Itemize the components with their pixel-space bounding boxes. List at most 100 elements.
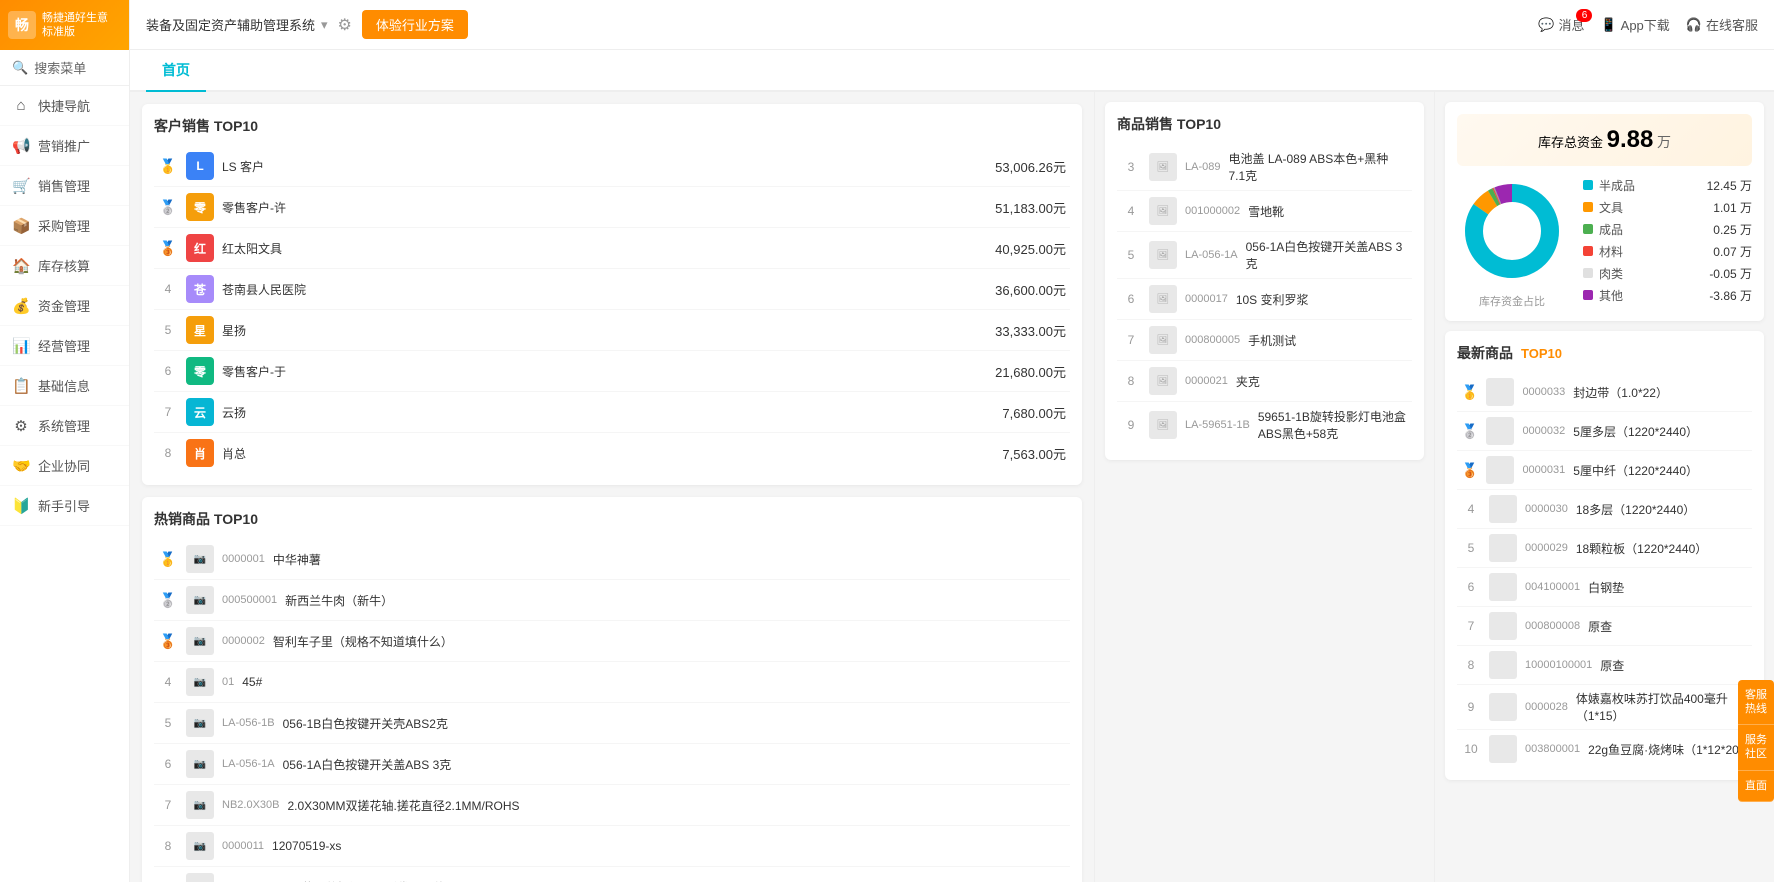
message-badge[interactable]: 💬 消息 6	[1538, 15, 1584, 34]
sidebar-item-enterprise[interactable]: 🤝 企业协同	[0, 446, 129, 486]
sidebar-item-system[interactable]: ⚙ 系统管理	[0, 406, 129, 446]
search-label: 搜索菜单	[34, 58, 86, 77]
nav-icon-guide: 🔰	[12, 497, 30, 515]
product-code: 0000011	[222, 840, 264, 852]
product-name: 45#	[242, 675, 1066, 689]
float-btn-service[interactable]: 客服热线	[1738, 680, 1774, 726]
rank-num: 6	[1461, 580, 1481, 594]
newest-product-item: 5 0000029 18颗粒板（1220*2440）	[1457, 529, 1752, 568]
hot-product-item: 🥈 📷 000500001 新西兰牛肉（新牛）	[154, 580, 1070, 621]
inventory-legend: 半成品 12.45 万 文具 1.01 万 成品 0.25 万 材料 0.07 …	[1583, 177, 1752, 309]
main-area: 装备及固定资产辅助管理系统 ▾ ⚙ 体验行业方案 💬 消息 6 📱 App下载 …	[130, 0, 1774, 882]
product-name: 10S 变利罗浆	[1236, 291, 1408, 308]
hot-product-item: 9 📷 KK-SD22110H 花语萌恒温分腿睡袋（厚款）	[154, 867, 1070, 882]
sold-product-item: 3 🖼 LA-089 电池盖 LA-089 ABS本色+黑种 7.1克	[1117, 144, 1412, 191]
product-thumbnail	[1489, 573, 1517, 601]
sidebar-item-finance[interactable]: 💰 资金管理	[0, 286, 129, 326]
sold-product-item: 4 🖼 001000002 雪地靴	[1117, 191, 1412, 232]
product-code: 0000028	[1525, 701, 1568, 713]
customer-avatar: 苍	[186, 275, 214, 303]
rank-medal: 🥉	[1461, 462, 1478, 479]
product-thumbnail: 📷	[186, 873, 214, 882]
product-name: 雪地靴	[1248, 203, 1408, 220]
app-download[interactable]: 📱 App下载	[1600, 15, 1669, 34]
product-code: 0000021	[1185, 375, 1228, 387]
nav-label-marketing: 营销推广	[38, 136, 90, 155]
product-thumbnail: 🖼	[1149, 326, 1177, 354]
product-name: 新西兰牛肉（新牛）	[285, 592, 1066, 609]
sold-product-item: 9 🖼 LA-59651-1B 59651-1B旋转投影灯电池盒ABS黑色+58…	[1117, 402, 1412, 448]
customer-avatar: 红	[186, 234, 214, 262]
legend-item: 半成品 12.45 万	[1583, 177, 1752, 194]
customer-value: 40,925.00元	[995, 239, 1066, 258]
customer-list-item: 7 云 云扬 7,680.00元	[154, 392, 1070, 433]
hot-products-title: 热销商品 TOP10	[154, 509, 1070, 529]
sidebar-item-basic[interactable]: 📋 基础信息	[0, 366, 129, 406]
product-thumbnail	[1489, 735, 1517, 763]
sidebar-item-home[interactable]: ⌂ 快捷导航	[0, 86, 129, 126]
settings-icon[interactable]: ⚙	[338, 15, 352, 35]
product-thumbnail: 📷	[186, 750, 214, 778]
legend-label: 其他	[1599, 287, 1703, 304]
legend-value: -3.86 万	[1709, 287, 1752, 304]
legend-label: 文具	[1599, 199, 1707, 216]
sidebar-item-inventory[interactable]: 🏠 库存核算	[0, 246, 129, 286]
customer-value: 33,333.00元	[995, 321, 1066, 340]
nav-icon-purchase: 📦	[12, 217, 30, 235]
float-btn-front[interactable]: 直面	[1738, 771, 1774, 802]
rank-medal: 🥉	[158, 633, 178, 650]
rank-num: 4	[1461, 502, 1481, 516]
sidebar-item-sales[interactable]: 🛒 销售管理	[0, 166, 129, 206]
customer-list-item: 5 星 星扬 33,333.00元	[154, 310, 1070, 351]
product-code: 004100001	[1525, 581, 1580, 593]
rank-medal: 🥈	[158, 199, 178, 216]
customer-value: 53,006.26元	[995, 157, 1066, 176]
topbar: 装备及固定资产辅助管理系统 ▾ ⚙ 体验行业方案 💬 消息 6 📱 App下载 …	[130, 0, 1774, 50]
rank-num: 7	[1461, 619, 1481, 633]
content: 客户销售 TOP10 🥇 L LS 客户 53,006.26元 🥈 零 零售客户…	[130, 92, 1774, 882]
sold-product-item: 6 🖼 0000017 10S 变利罗浆	[1117, 279, 1412, 320]
nav-icon-inventory: 🏠	[12, 257, 30, 275]
sold-products-list: 3 🖼 LA-089 电池盖 LA-089 ABS本色+黑种 7.1克 4 🖼 …	[1117, 144, 1412, 448]
nav-label-purchase: 采购管理	[38, 216, 90, 235]
hot-product-item: 🥇 📷 0000001 中华神薯	[154, 539, 1070, 580]
tab-home[interactable]: 首页	[146, 50, 206, 92]
customer-value: 7,680.00元	[1002, 403, 1066, 422]
legend-dot	[1583, 180, 1593, 190]
product-name: 22g鱼豆腐·烧烤味（1*12*20）	[1588, 741, 1748, 758]
product-thumbnail	[1489, 534, 1517, 562]
headset-icon: 🎧	[1686, 17, 1702, 33]
legend-dot	[1583, 290, 1593, 300]
online-service[interactable]: 🎧 在线客服	[1686, 15, 1758, 34]
product-name: 手机测试	[1248, 332, 1408, 349]
sidebar-item-marketing[interactable]: 📢 营销推广	[0, 126, 129, 166]
product-thumbnail: 📷	[186, 832, 214, 860]
newest-product-item: 🥈 0000032 5厘多层（1220*2440）	[1457, 412, 1752, 451]
product-name: 原查	[1600, 657, 1748, 674]
product-thumbnail	[1489, 495, 1517, 523]
product-code: 000800008	[1525, 620, 1580, 632]
inventory-total: 库存总资金 9.88 万	[1457, 114, 1752, 166]
product-name: 056-1B白色按键开关壳ABS2克	[283, 715, 1066, 732]
sold-product-item: 7 🖼 000800005 手机测试	[1117, 320, 1412, 361]
product-thumbnail	[1486, 417, 1514, 445]
rank-num: 4	[158, 282, 178, 296]
rank-medal: 🥇	[1461, 384, 1478, 401]
sidebar-item-operation[interactable]: 📊 经营管理	[0, 326, 129, 366]
hot-product-item: 7 📷 NB2.0X30B 2.0X30MM双搓花轴.搓花直径2.1MM/ROH…	[154, 785, 1070, 826]
customer-name: 肖总	[222, 445, 994, 462]
nav-icon-enterprise: 🤝	[12, 457, 30, 475]
logo-text: 畅捷通好生意 标准版	[42, 11, 108, 40]
trial-button[interactable]: 体验行业方案	[362, 10, 468, 39]
nav-label-home: 快捷导航	[38, 96, 90, 115]
dropdown-icon[interactable]: ▾	[321, 17, 328, 33]
sidebar-item-guide[interactable]: 🔰 新手引导	[0, 486, 129, 526]
nav-label-operation: 经营管理	[38, 336, 90, 355]
product-code: 001000002	[1185, 205, 1240, 217]
product-name: 18颗粒板（1220*2440）	[1576, 540, 1748, 557]
float-btn-community[interactable]: 服务社区	[1738, 725, 1774, 771]
rank-num: 4	[158, 675, 178, 689]
sidebar-item-purchase[interactable]: 📦 采购管理	[0, 206, 129, 246]
product-name: 原查	[1588, 618, 1748, 635]
search-menu[interactable]: 🔍 搜索菜单	[0, 50, 129, 86]
